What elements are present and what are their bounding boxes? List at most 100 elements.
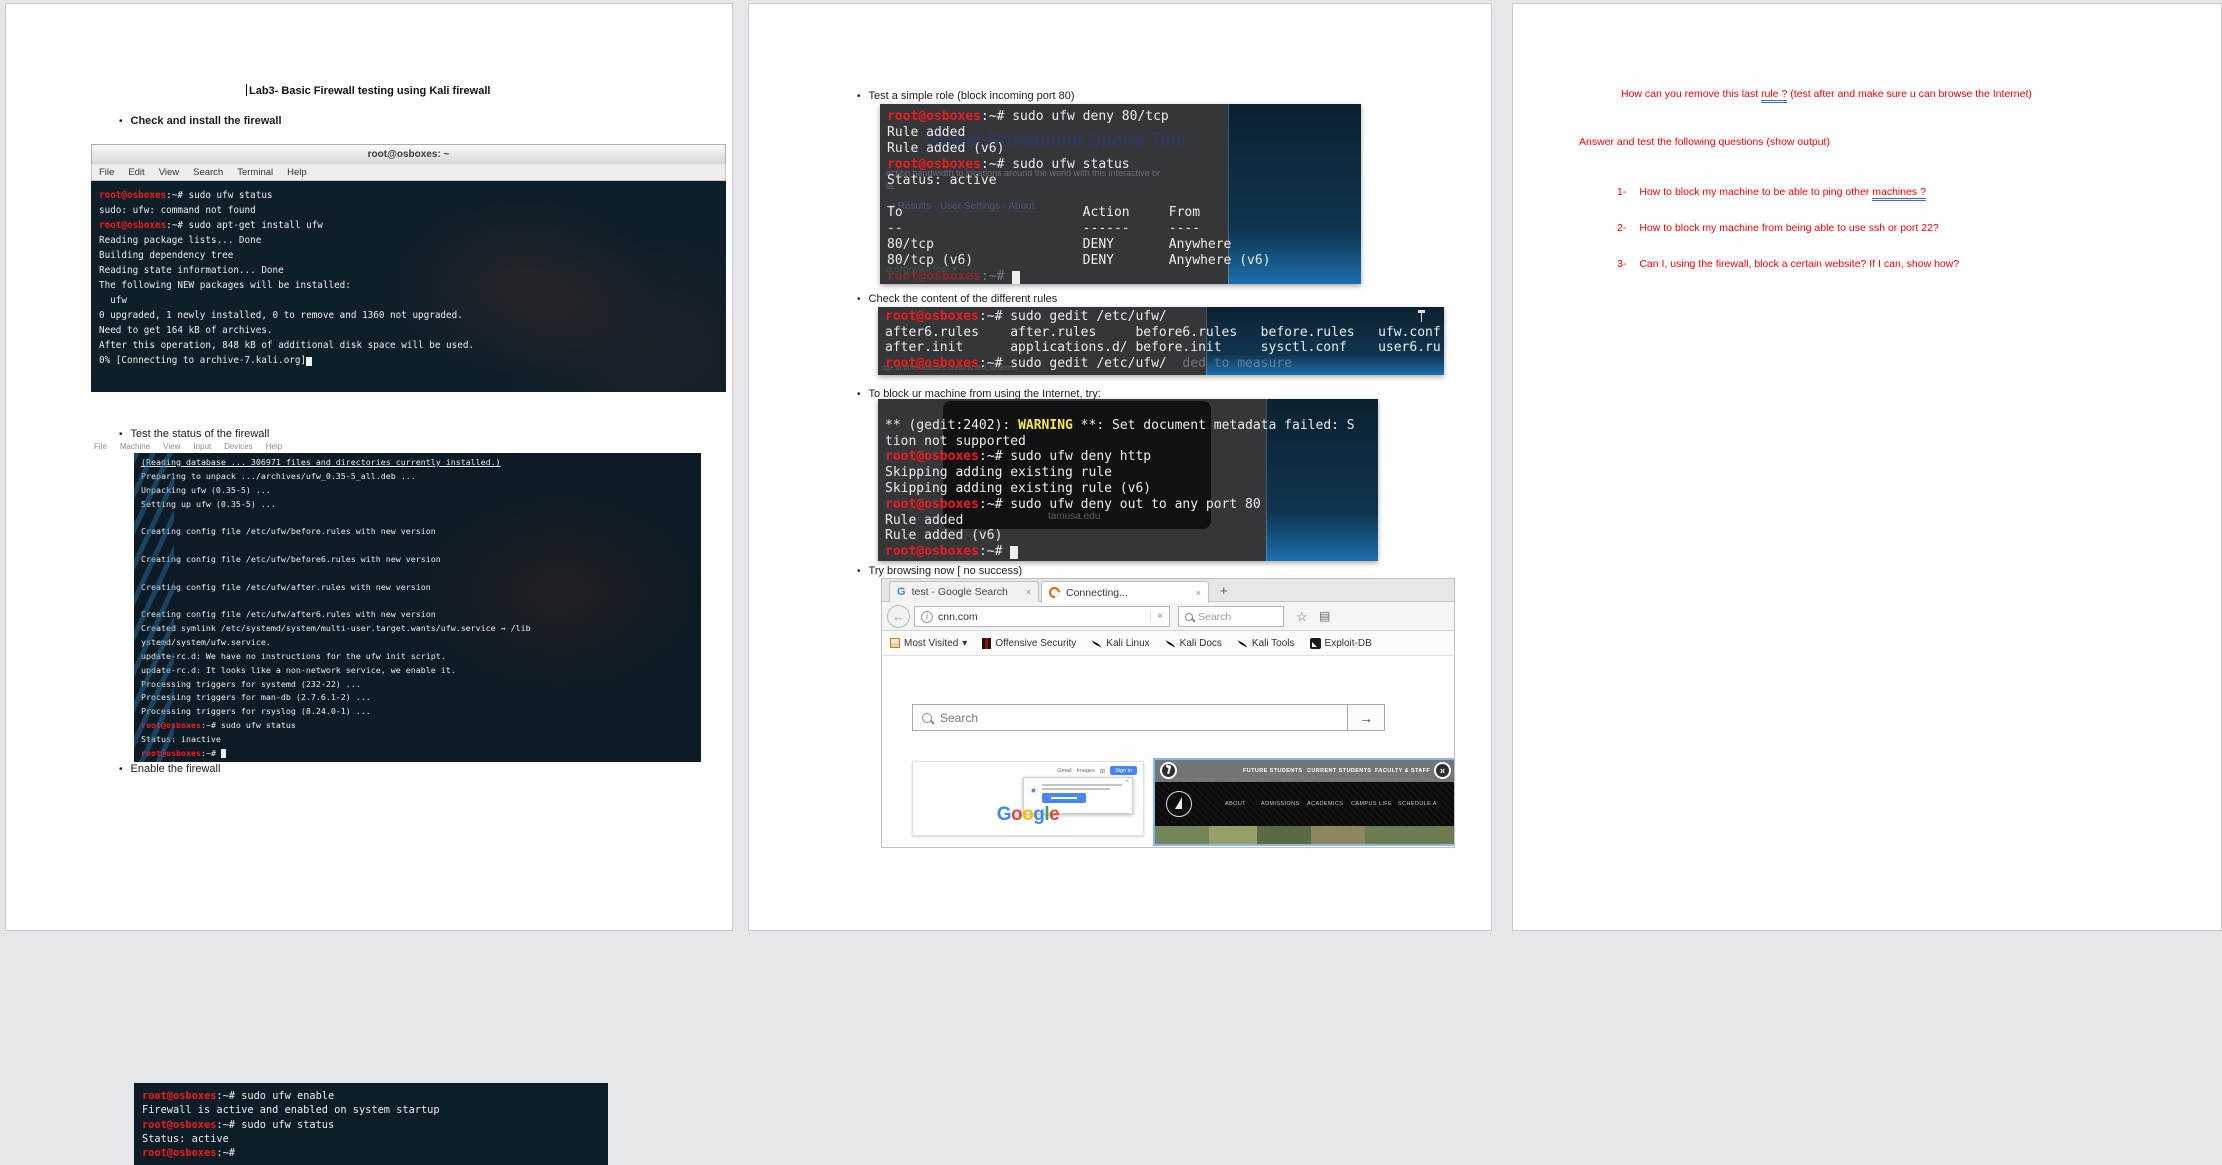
screenshot-terminal-ufw-setup-output[interactable]: (Reading database ... 306971 files and d… bbox=[134, 453, 701, 762]
search-icon bbox=[1185, 612, 1193, 621]
navigation-bar: ← i cnn.com × Search ☆ ▤ bbox=[882, 602, 1454, 631]
tamusa-header-link[interactable]: CURRENT STUDENTS bbox=[1307, 768, 1371, 774]
bullet-icon: • bbox=[857, 566, 861, 577]
question-text: How to block my machine from being able … bbox=[1639, 222, 1939, 234]
tamusa-nav-link[interactable]: ADMISSIONS bbox=[1261, 801, 1300, 807]
back-button[interactable]: ← bbox=[887, 605, 910, 628]
campus-photo-strip bbox=[1155, 826, 1454, 844]
page-search-input[interactable]: Search bbox=[912, 704, 1348, 731]
doc-title-text: Lab3- Basic Firewall testing using Kali … bbox=[249, 85, 491, 97]
bullet-check-rules: • Check the content of the different rul… bbox=[857, 293, 1057, 306]
menu-edit[interactable]: Edit bbox=[121, 167, 151, 178]
terminal-output: root@osboxes:~# sudo ufw status sudo: ufw… bbox=[91, 181, 726, 392]
bullet-text: Enable the firewall bbox=[130, 763, 221, 775]
terminal-output: root@osboxes:~# sudo ufw deny 80/tcp Rule… bbox=[887, 109, 1271, 284]
close-icon[interactable]: × bbox=[1434, 762, 1451, 779]
url-bar[interactable]: i cnn.com × bbox=[914, 606, 1170, 627]
vbox-menu-input[interactable]: Input bbox=[193, 442, 211, 451]
bookmarks-bar: Most Visited ▾ Offensive Security Kali Li… bbox=[882, 631, 1454, 656]
bookmark-kali-tools[interactable]: Kali Tools bbox=[1237, 638, 1295, 649]
kali-dragon-icon bbox=[1165, 639, 1175, 648]
bookmark-exploit-db[interactable]: Exploit-DB bbox=[1309, 637, 1372, 649]
bullet-icon: • bbox=[119, 116, 123, 127]
search-go-button[interactable]: → bbox=[1348, 704, 1385, 731]
bullet-text: Test the status of the firewall bbox=[130, 428, 270, 440]
bookmark-kali-docs[interactable]: Kali Docs bbox=[1165, 638, 1222, 649]
text-cursor bbox=[246, 84, 247, 96]
pin-icon[interactable] bbox=[1160, 762, 1177, 779]
menu-help[interactable]: Help bbox=[280, 167, 314, 178]
document-canvas: Lab3- Basic Firewall testing using Kali … bbox=[0, 0, 2222, 1165]
bullet-icon: • bbox=[857, 294, 861, 305]
tamusa-homepage-thumbnail[interactable]: FUTURE STUDENTS CURRENT STUDENTS FACULTY… bbox=[1153, 758, 1454, 846]
bullet-test-simple-role: • Test a simple role (block incoming por… bbox=[857, 90, 1075, 103]
vbox-menu-machine[interactable]: Machine bbox=[120, 442, 150, 451]
grammar-underlined-text: machines ? bbox=[1872, 186, 1926, 201]
terminal-titlebar[interactable]: root@osboxes: ~ bbox=[91, 144, 726, 164]
bullet-icon: • bbox=[119, 764, 123, 775]
tamusa-nav-link[interactable]: SCHEDULE A bbox=[1398, 801, 1437, 807]
search-icon bbox=[922, 712, 932, 723]
kali-dragon-icon bbox=[1237, 639, 1248, 648]
popup-text-line bbox=[1042, 788, 1110, 790]
bullet-icon: • bbox=[857, 91, 861, 102]
close-tab-icon[interactable]: × bbox=[1196, 588, 1201, 598]
bullet-icon: • bbox=[857, 389, 861, 400]
bookmark-star-icon[interactable]: ☆ bbox=[1296, 609, 1308, 625]
gmail-link[interactable]: Gmail bbox=[1057, 768, 1071, 774]
tab-connecting[interactable]: Connecting... × bbox=[1041, 581, 1209, 603]
bookmark-kali-linux[interactable]: Kali Linux bbox=[1091, 638, 1150, 649]
vbox-menu-help[interactable]: Help bbox=[266, 442, 282, 451]
popup-text-line bbox=[1042, 784, 1122, 786]
tab-google-search[interactable]: G test - Google Search × bbox=[889, 581, 1039, 602]
menu-view[interactable]: View bbox=[152, 167, 186, 178]
screenshot-terminal-ufw-enable[interactable]: root@osboxes:~# sudo ufw enable Firewall … bbox=[134, 1083, 608, 1165]
question-text: How to block my machine to be able to pi… bbox=[1639, 186, 1926, 201]
site-info-icon[interactable]: i bbox=[921, 610, 933, 623]
screenshot-terminal-deny-80[interactable]: Global Broadband Speed Test ection bandw… bbox=[880, 104, 1361, 284]
question-1: 1- How to block my machine to be able to… bbox=[1617, 186, 1926, 201]
screenshot-terminal-gedit-rules[interactable]: dge or other abilities: Medical test, to… bbox=[878, 307, 1444, 375]
sign-in-button[interactable]: Sign in bbox=[1110, 766, 1137, 775]
tamusa-crest-logo bbox=[1166, 791, 1192, 817]
vbox-menu-file[interactable]: File bbox=[94, 442, 107, 451]
tamusa-nav-link[interactable]: CAMPUS LIFE bbox=[1351, 801, 1392, 807]
bullet-text: Check and install the firewall bbox=[130, 115, 282, 127]
vbox-menu-view[interactable]: View bbox=[163, 442, 180, 451]
bullet-try-browsing: • Try browsing now [ no success) bbox=[857, 565, 1022, 578]
bullet-check-install: • Check and install the firewall bbox=[119, 115, 282, 128]
google-homepage-thumbnail[interactable]: Gmail Images ⊞ Sign in × Google bbox=[912, 761, 1144, 836]
tab-label: Connecting... bbox=[1066, 586, 1128, 599]
google-logo: Google bbox=[996, 804, 1060, 825]
bookmark-offensive-security[interactable]: Offensive Security bbox=[982, 637, 1076, 649]
search-field[interactable]: Search bbox=[1178, 606, 1284, 627]
terminal-window-title: root@osboxes: ~ bbox=[367, 149, 450, 160]
answer-heading: Answer and test the following questions … bbox=[1579, 136, 1830, 148]
bookmarks-panel-icon[interactable]: ▤ bbox=[1319, 609, 1330, 623]
apps-grid-icon[interactable]: ⊞ bbox=[1100, 767, 1105, 775]
close-tab-icon[interactable]: × bbox=[1026, 587, 1031, 597]
tamusa-nav-link[interactable]: ABOUT bbox=[1225, 801, 1246, 807]
close-icon[interactable]: × bbox=[1125, 779, 1129, 785]
menu-terminal[interactable]: Terminal bbox=[230, 167, 280, 178]
new-tab-button[interactable]: + bbox=[1220, 583, 1228, 598]
menu-search[interactable]: Search bbox=[186, 167, 230, 178]
clear-url-icon[interactable]: × bbox=[1150, 611, 1163, 622]
question-number: 1- bbox=[1617, 186, 1627, 198]
bookmark-most-visited[interactable]: Most Visited ▾ bbox=[890, 638, 967, 649]
bullet-test-status: • Test the status of the firewall bbox=[119, 428, 269, 441]
images-link[interactable]: Images bbox=[1077, 768, 1095, 774]
screenshot-terminal-deny-out-80[interactable]: tamusa.edu ** (gedit:2402): WARNING **: … bbox=[878, 399, 1378, 561]
url-text: cnn.com bbox=[938, 610, 978, 623]
kali-dragon-icon bbox=[1091, 639, 1102, 648]
tamusa-header-link[interactable]: FUTURE STUDENTS bbox=[1243, 768, 1302, 774]
page-2: • Test a simple role (block incoming por… bbox=[748, 3, 1492, 931]
tamusa-header-link[interactable]: FACULTY & STAFF bbox=[1375, 768, 1430, 774]
popup-confirm-button[interactable] bbox=[1042, 793, 1086, 803]
tamusa-nav-link[interactable]: ACADEMICS bbox=[1307, 801, 1343, 807]
vbox-menu-devices[interactable]: Devices bbox=[224, 442, 252, 451]
menu-file[interactable]: File bbox=[92, 167, 121, 178]
most-visited-icon bbox=[890, 638, 900, 648]
screenshot-terminal-install-ufw[interactable]: root@osboxes: ~ File Edit View Search Te… bbox=[91, 144, 726, 392]
screenshot-firefox-browser[interactable]: G test - Google Search × Connecting... ×… bbox=[881, 578, 1455, 848]
